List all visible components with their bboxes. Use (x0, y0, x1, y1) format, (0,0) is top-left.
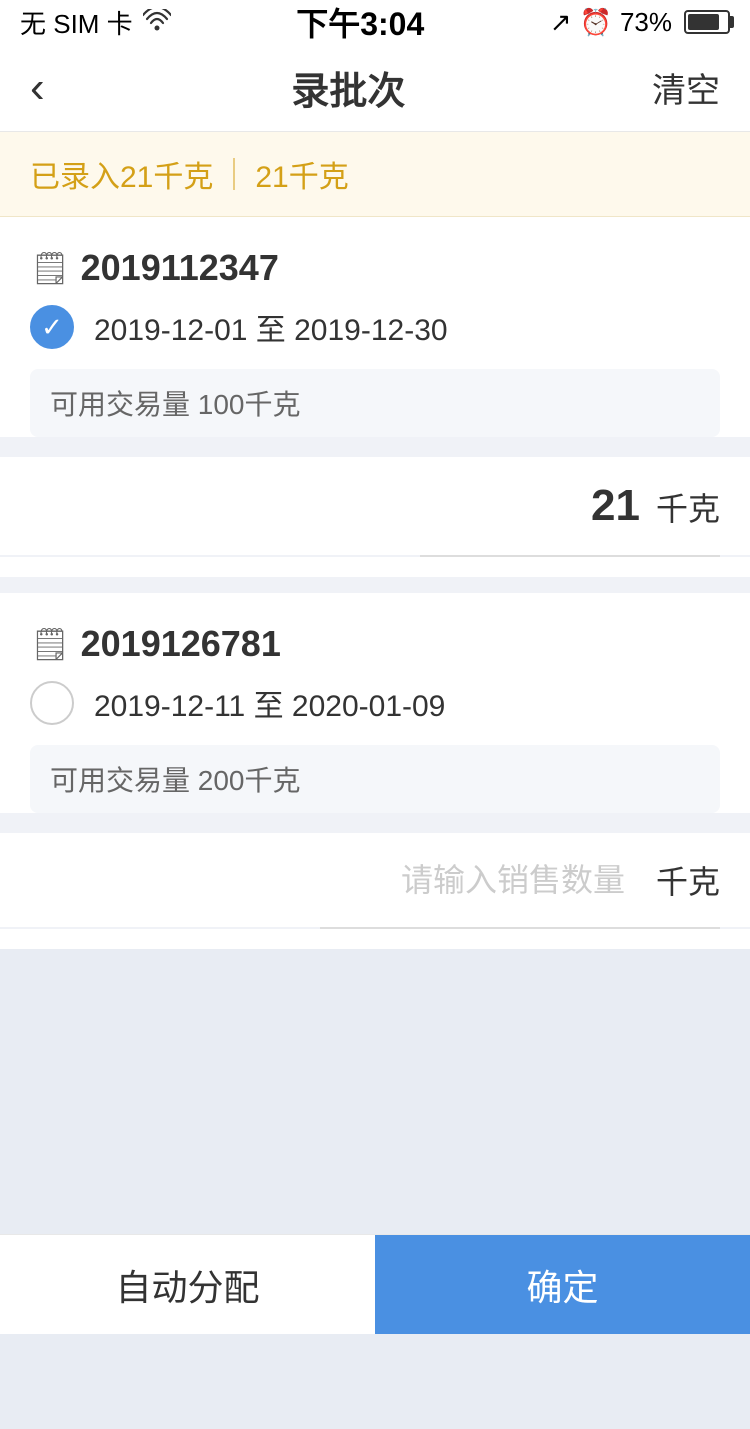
battery-percentage: 73% (620, 7, 672, 38)
batch-1-doc-icon: 🗒 (30, 249, 71, 287)
batch-1-amount-row: 21 千克 (0, 457, 750, 555)
batch-2-available: 可用交易量 200千克 (30, 745, 720, 813)
batch-1-header: 🗒 2019112347 (30, 247, 720, 289)
batch-2-radio[interactable] (30, 681, 74, 725)
batch-1-id: 2019112347 (81, 247, 279, 289)
batch-1-available: 可用交易量 100千克 (30, 369, 720, 437)
batch-2-input-unit: 千克 (656, 857, 720, 903)
batch-2-date: 2019-12-11 至 2020-01-09 (94, 681, 445, 725)
nav-bar: ‹ 录批次 清空 (0, 44, 750, 132)
batch-2-doc-icon: 🗒 (30, 625, 71, 663)
status-right: ↗ ⏰ 73% (550, 7, 730, 38)
batch-1-date: 2019-12-01 至 2019-12-30 (94, 305, 448, 349)
auto-distribute-button[interactable]: 自动分配 (0, 1235, 375, 1334)
batch-2-input-row: 千克 (0, 833, 750, 927)
confirm-button[interactable]: 确定 (375, 1235, 750, 1334)
wifi-icon (143, 7, 171, 38)
batch-1-amount-unit: 千克 (656, 484, 720, 530)
batch-2-header: 🗒 2019126781 (30, 623, 720, 665)
info-banner: 已录入21千克 21千克 (0, 132, 750, 217)
gray-area (0, 949, 750, 1429)
batch-2-id: 2019126781 (81, 623, 281, 665)
status-left: 无 SIM 卡 (20, 4, 171, 41)
batch-1-amount-value: 21 (591, 481, 640, 531)
batch-1-check-icon: ✓ (41, 312, 63, 343)
recorded-amount-value: 21千克 (255, 152, 348, 196)
batch-2-qty-input[interactable] (340, 862, 640, 899)
status-bar: 无 SIM 卡 下午3:04 ↗ ⏰ 73% (0, 0, 750, 44)
location-icon: ↗ (550, 7, 572, 38)
page-title: 录批次 (291, 60, 405, 115)
clear-button[interactable]: 清空 (652, 63, 720, 112)
carrier-text: 无 SIM 卡 (20, 4, 133, 41)
status-time: 下午3:04 (296, 0, 424, 45)
bottom-bar: 自动分配 确定 (0, 1234, 750, 1334)
section-divider-1 (0, 577, 750, 593)
batch-2-row[interactable]: 2019-12-11 至 2020-01-09 (30, 681, 720, 725)
battery-icon (684, 10, 730, 34)
info-banner-divider (233, 158, 235, 190)
batch-card-1: 🗒 2019112347 ✓ 2019-12-01 至 2019-12-30 可… (0, 217, 750, 437)
batch-1-row[interactable]: ✓ 2019-12-01 至 2019-12-30 (30, 305, 720, 349)
batch-1-radio[interactable]: ✓ (30, 305, 74, 349)
alarm-icon: ⏰ (580, 7, 612, 38)
back-button[interactable]: ‹ (30, 66, 45, 110)
recorded-amount-label: 已录入21千克 (30, 152, 213, 196)
batch-card-2: 🗒 2019126781 2019-12-11 至 2020-01-09 可用交… (0, 593, 750, 813)
